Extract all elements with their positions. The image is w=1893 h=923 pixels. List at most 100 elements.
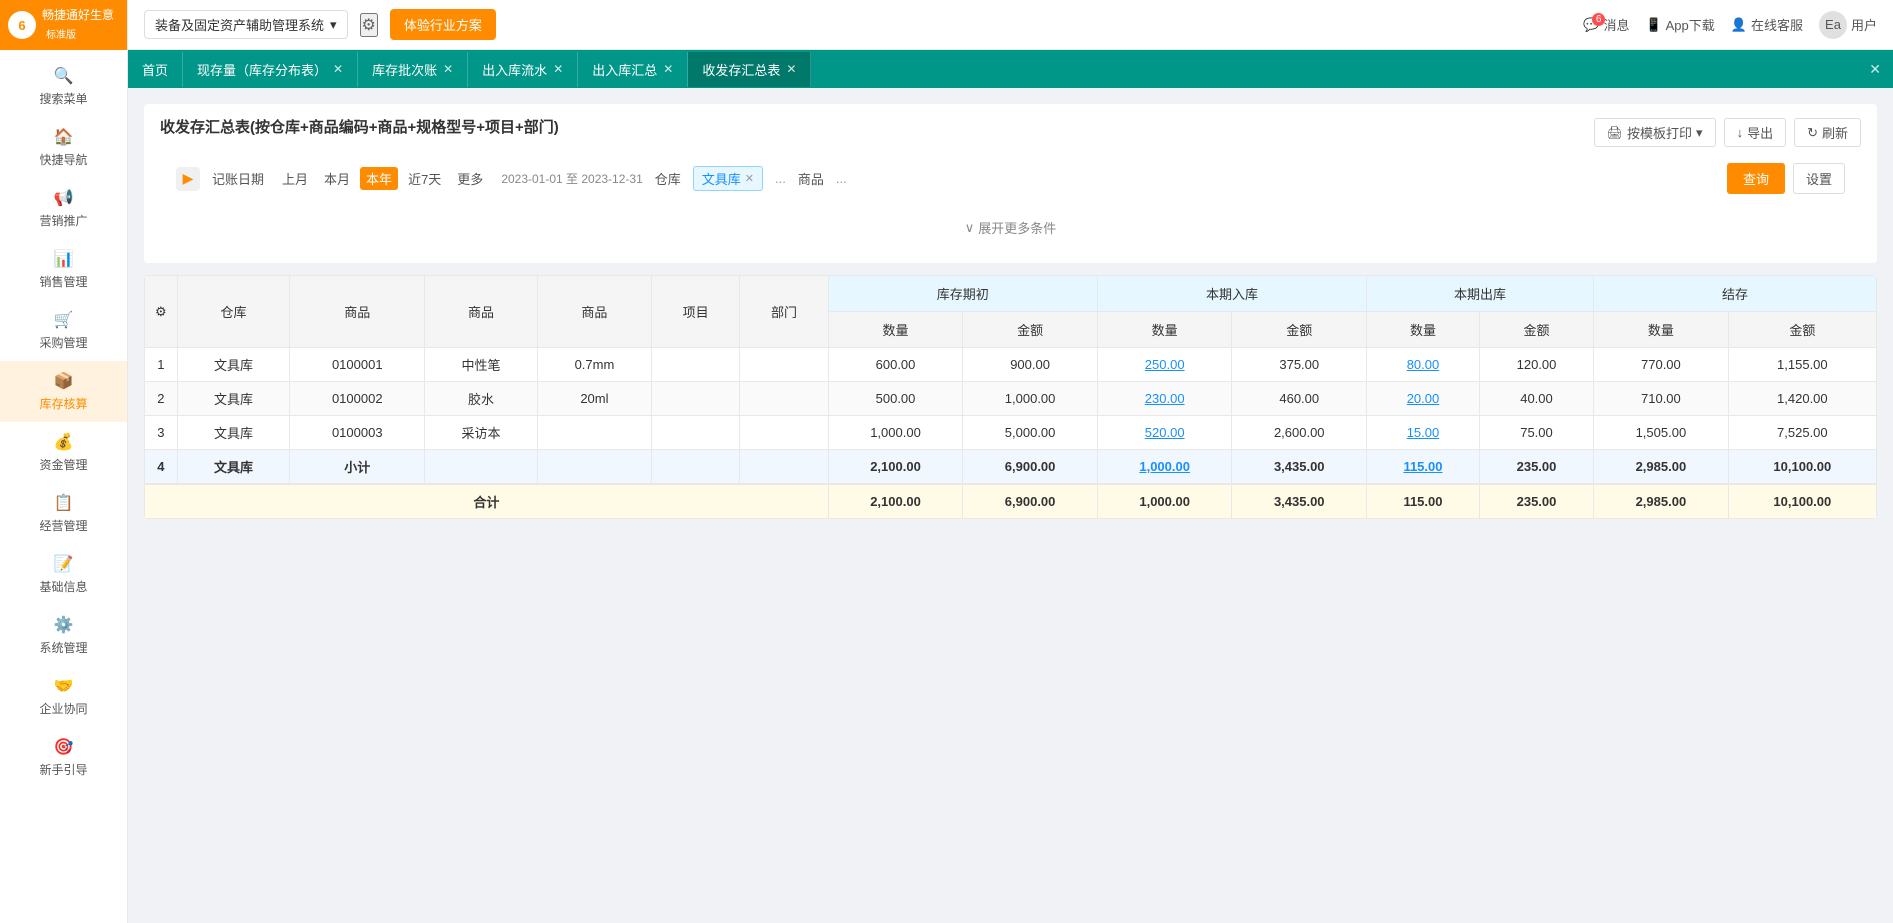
table-wrap: ⚙ 仓库 商品 商品 商品 项目 部门 库存期初 本期入库 本期出库 结存 数量 <box>144 275 1877 519</box>
date-btn-本年[interactable]: 本年 <box>360 167 398 190</box>
row-no: 1 <box>145 348 178 382</box>
topbar-settings-icon[interactable]: ⚙ <box>360 13 378 37</box>
col-product-header: 商品 <box>425 276 538 348</box>
date-btn-近7天[interactable]: 近7天 <box>402 167 447 190</box>
table-row: 2文具库0100002胶水20ml500.001,000.00230.00460… <box>145 382 1877 416</box>
date-btn-上月[interactable]: 上月 <box>276 167 314 190</box>
row-in-amt: 3,435.00 <box>1232 450 1367 485</box>
sidebar-item-label-system: 系统管理 <box>39 639 87 656</box>
tab-batch[interactable]: 库存批次账✕ <box>358 52 468 87</box>
row-in-qty[interactable]: 520.00 <box>1097 416 1232 450</box>
app-download-label: App下载 <box>1666 15 1715 34</box>
product-more-btn[interactable]: ... <box>836 171 847 186</box>
sidebar-item-operation[interactable]: 📋经营管理 <box>0 483 127 544</box>
sidebar-item-cooperation[interactable]: 🤝企业协同 <box>0 666 127 727</box>
tab-label-home: 首页 <box>142 60 168 79</box>
warehouse-more-btn[interactable]: ... <box>775 171 786 186</box>
expand-btn[interactable]: ∨ 展开更多条件 <box>965 218 1057 237</box>
row-product: 胶水 <box>425 382 538 416</box>
row-open-qty: 600.00 <box>828 348 963 382</box>
message-btn[interactable]: 💬 6 消息 <box>1583 15 1629 34</box>
tab-close-inout_flow[interactable]: ✕ <box>553 62 563 76</box>
sidebar-item-quicknav[interactable]: 🏠快捷导航 <box>0 117 127 178</box>
tabbar-close-btn[interactable]: ✕ <box>1857 61 1893 78</box>
total-open-amt: 6,900.00 <box>963 484 1098 519</box>
app-download-btn[interactable]: 📱 App下载 <box>1645 15 1714 34</box>
sidebar-item-finance[interactable]: 💰资金管理 <box>0 422 127 483</box>
tab-recv_send_summary[interactable]: 收发存汇总表 ✕ <box>688 52 811 87</box>
table-footer: 合计 2,100.00 6,900.00 1,000.00 3,435.00 1… <box>145 484 1877 519</box>
col-dept-header: 部门 <box>740 276 828 348</box>
sidebar-item-label-operation: 经营管理 <box>39 517 87 534</box>
tab-close-batch[interactable]: ✕ <box>443 62 453 76</box>
user-label: 用户 <box>1851 15 1877 34</box>
total-out-amt: 235.00 <box>1479 484 1593 519</box>
row-bal-amt: 1,420.00 <box>1728 382 1876 416</box>
online-service-label: 在线客服 <box>1751 15 1803 34</box>
row-in-amt: 460.00 <box>1232 382 1367 416</box>
row-bal-amt: 10,100.00 <box>1728 450 1876 485</box>
tab-home[interactable]: 首页 <box>128 52 183 87</box>
tab-label-inventory_dist: 现存量（库存分布表） <box>197 60 327 79</box>
sidebar-item-sales[interactable]: 📊销售管理 <box>0 239 127 300</box>
row-warehouse: 文具库 <box>177 348 290 382</box>
online-service-btn[interactable]: 👤 在线客服 <box>1731 15 1803 34</box>
tab-close-inventory_dist[interactable]: ✕ <box>333 62 343 76</box>
sidebar-item-label-quicknav: 快捷导航 <box>39 151 87 168</box>
filter-settings-btn[interactable]: 设置 <box>1793 163 1845 194</box>
sidebar-item-inventory[interactable]: 📦库存核算 <box>0 361 127 422</box>
total-label: 合计 <box>145 484 829 519</box>
row-product: 采访本 <box>425 416 538 450</box>
date-btn-更多[interactable]: 更多 <box>451 167 489 190</box>
filter-date-btns: 上月本月本年近7天更多 <box>276 167 489 190</box>
sub-in-qty: 数量 <box>1097 312 1232 348</box>
row-sku: 0100002 <box>290 382 425 416</box>
sidebar-item-basic[interactable]: 📝基础信息 <box>0 544 127 605</box>
row-in-qty[interactable]: 1,000.00 <box>1097 450 1232 485</box>
date-btn-本月[interactable]: 本月 <box>318 167 356 190</box>
topbar-right: 💬 6 消息 📱 App下载 👤 在线客服 Ea 用户 <box>1583 11 1877 39</box>
row-out-qty[interactable]: 80.00 <box>1367 348 1480 382</box>
row-dept <box>740 450 828 485</box>
sidebar-item-label-marketing: 营销推广 <box>39 212 87 229</box>
col-spec-header: 商品 <box>537 276 651 348</box>
warehouse-label: 仓库 <box>655 169 681 188</box>
export-icon: ↓ <box>1737 125 1744 140</box>
system-selector[interactable]: 装备及固定资产辅助管理系统 ▾ <box>144 10 348 39</box>
row-out-amt: 75.00 <box>1479 416 1593 450</box>
sub-open-amt: 金额 <box>963 312 1098 348</box>
logo-text-block: 畅捷通好生意 标准版 <box>42 8 114 43</box>
sidebar-item-guide[interactable]: 🎯新手引导 <box>0 727 127 788</box>
row-out-qty[interactable]: 20.00 <box>1367 382 1480 416</box>
refresh-btn[interactable]: ↻ 刷新 <box>1794 118 1861 147</box>
tab-close-recv_send_summary[interactable]: ✕ <box>786 62 796 76</box>
row-project <box>652 450 740 485</box>
row-out-qty[interactable]: 15.00 <box>1367 416 1480 450</box>
row-spec <box>537 450 651 485</box>
sidebar-item-system[interactable]: ⚙️系统管理 <box>0 605 127 666</box>
sidebar-item-purchase[interactable]: 🛒采购管理 <box>0 300 127 361</box>
row-in-qty[interactable]: 250.00 <box>1097 348 1232 382</box>
row-out-qty[interactable]: 115.00 <box>1367 450 1480 485</box>
tab-inout_summary[interactable]: 出入库汇总✕ <box>578 52 688 87</box>
sub-open-qty: 数量 <box>828 312 963 348</box>
avatar: Ea <box>1819 11 1847 39</box>
experience-btn[interactable]: 体验行业方案 <box>390 9 496 40</box>
tab-inventory_dist[interactable]: 现存量（库存分布表） ✕ <box>183 52 358 87</box>
user-btn[interactable]: Ea 用户 <box>1819 11 1877 39</box>
sidebar-item-search[interactable]: 🔍搜索菜单 <box>0 56 127 117</box>
warehouse-tag-close[interactable]: ✕ <box>745 172 754 185</box>
print-btn[interactable]: 🖨 按模板打印 ▾ <box>1594 118 1716 147</box>
tab-close-inout_summary[interactable]: ✕ <box>663 62 673 76</box>
row-in-qty[interactable]: 230.00 <box>1097 382 1232 416</box>
query-btn[interactable]: 查询 <box>1727 163 1785 194</box>
sidebar-menu: 🔍搜索菜单🏠快捷导航📢营销推广📊销售管理🛒采购管理📦库存核算💰资金管理📋经营管理… <box>0 50 127 923</box>
row-warehouse: 文具库 <box>177 416 290 450</box>
tab-inout_flow[interactable]: 出入库流水✕ <box>468 52 578 87</box>
export-btn[interactable]: ↓ 导出 <box>1724 118 1787 147</box>
tab-label-recv_send_summary: 收发存汇总表 <box>702 60 780 79</box>
sidebar-item-marketing[interactable]: 📢营销推广 <box>0 178 127 239</box>
total-in-amt: 3,435.00 <box>1232 484 1367 519</box>
sales-icon: 📊 <box>54 249 74 269</box>
filter-collapse-btn[interactable]: ▶ <box>176 167 200 191</box>
